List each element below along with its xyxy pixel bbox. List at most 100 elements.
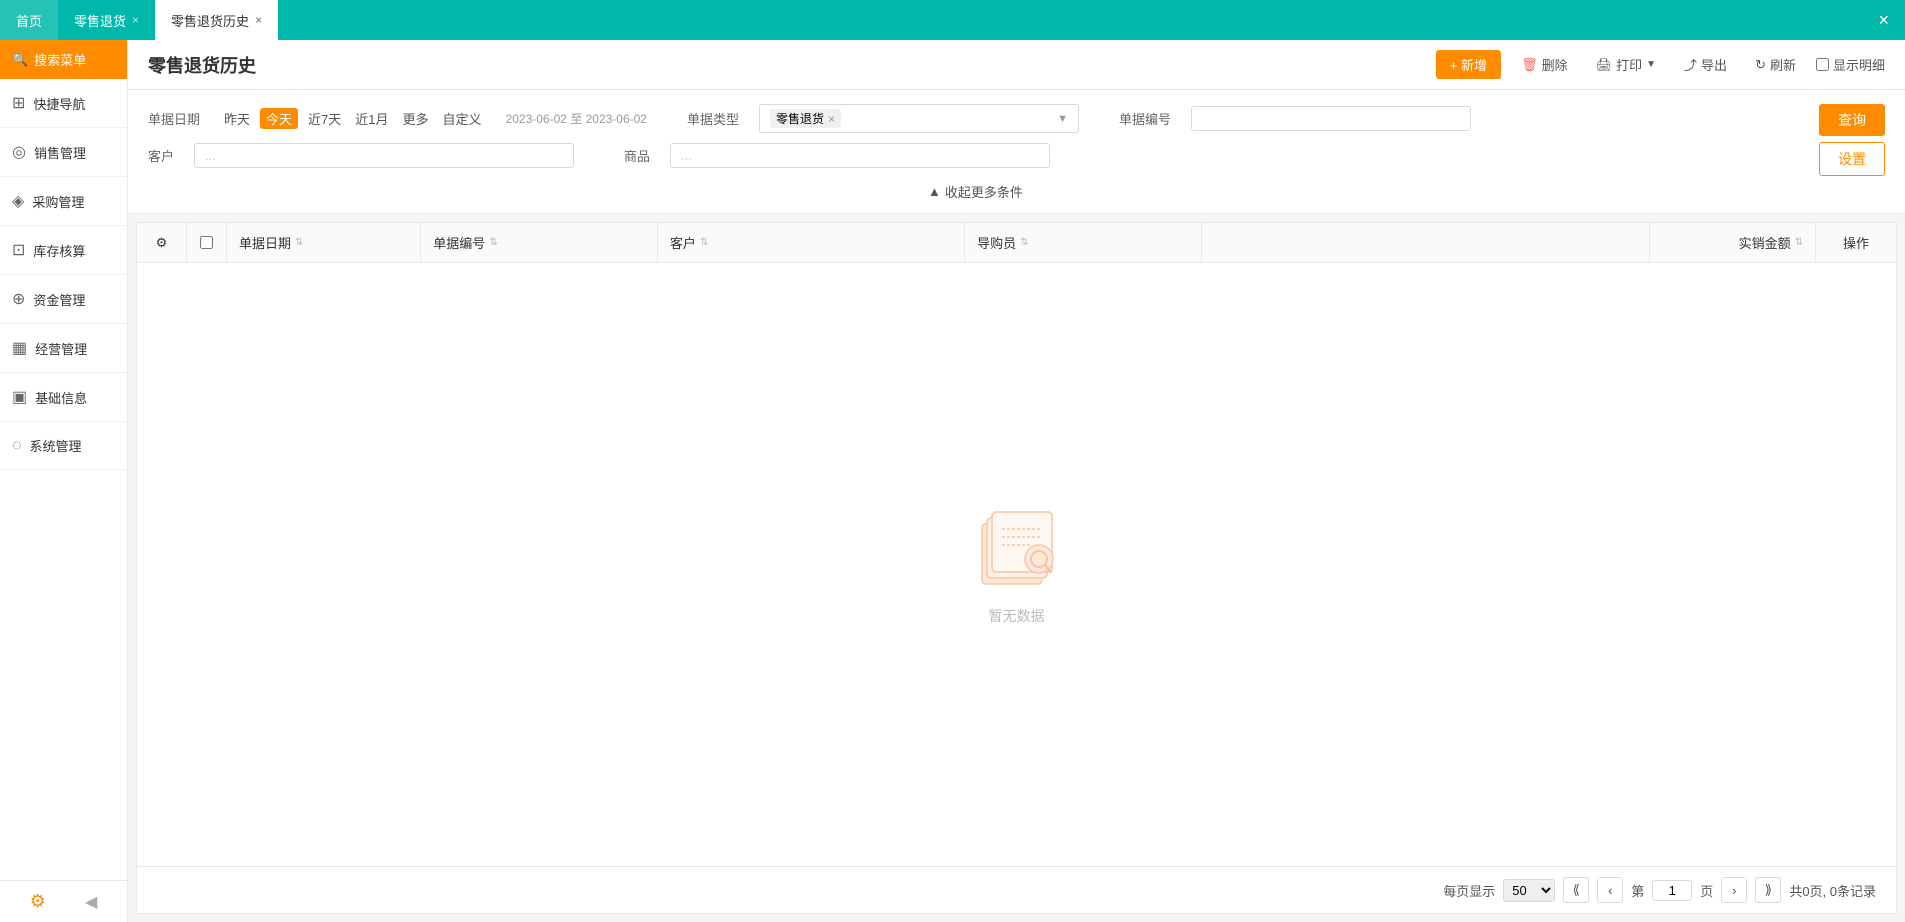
empty-state-icon	[967, 504, 1067, 594]
shortcut-today[interactable]: 今天	[260, 108, 298, 129]
system-icon: ◌	[12, 437, 22, 455]
last-page-button[interactable]: ⟫	[1755, 877, 1781, 903]
window-close-button[interactable]: ×	[1862, 10, 1905, 31]
page-title: 零售退货历史	[148, 52, 256, 78]
settings-bottom-icon[interactable]: ⚙	[30, 891, 46, 912]
export-icon: ⤴	[1684, 55, 1697, 74]
show-detail-checkbox-area[interactable]: 显示明细	[1816, 55, 1885, 74]
basic-info-icon: ▣	[12, 387, 27, 407]
customer-label: 客户	[148, 146, 174, 165]
th-customer[interactable]: 客户 ⇅	[658, 223, 965, 262]
sidebar-item-inventory[interactable]: ⊡ 库存核算	[0, 226, 127, 275]
empty-state: 暂无数据	[137, 263, 1896, 866]
sidebar-item-system[interactable]: ◌ 系统管理	[0, 422, 127, 470]
sort-date-icon: ⇅	[295, 237, 303, 248]
content-area: 零售退货历史 + 新增 🗑 删除 🖨 打印 ▼ ⤴ 导出 ↻	[128, 40, 1905, 922]
th-amount[interactable]: 实销金额 ⇅	[1650, 223, 1816, 262]
filter-section: 单据日期 昨天 今天 近7天 近1月 更多 自定义 2023-06-02 至 2…	[148, 104, 1885, 205]
print-button[interactable]: 🖨 打印 ▼	[1588, 51, 1664, 78]
goods-input[interactable]	[670, 143, 1050, 168]
shortcut-yesterday[interactable]: 昨天	[220, 108, 254, 129]
collapse-icon: ▲	[928, 184, 941, 199]
sort-customer-icon: ⇅	[700, 237, 708, 248]
sales-icon: ◎	[12, 142, 26, 162]
sidebar-bottom: ⚙ ◀	[0, 880, 127, 922]
close-history-icon[interactable]: ×	[255, 13, 262, 27]
tab-retail-return[interactable]: 零售退货 ×	[58, 0, 155, 40]
sidebar-item-quick-nav[interactable]: ⊞ 快捷导航	[0, 79, 127, 128]
shortcut-1month[interactable]: 近1月	[351, 108, 392, 129]
tab-list: 首页 零售退货 × 零售退货历史 ×	[0, 0, 1862, 40]
filter-settings-button[interactable]: 设置	[1819, 142, 1885, 176]
bill-type-dropdown-icon: ▼	[1057, 113, 1068, 125]
pagination: 每页显示 50 20 100 ⟪ ‹ 第 页 › ⟫ 共0页, 0条记录	[137, 866, 1896, 913]
sort-bill-no-icon: ⇅	[489, 237, 497, 248]
sidebar-item-operations[interactable]: ▦ 经营管理	[0, 324, 127, 373]
collapse-sidebar-icon[interactable]: ◀	[85, 892, 97, 912]
filter-area: 单据日期 昨天 今天 近7天 近1月 更多 自定义 2023-06-02 至 2…	[128, 90, 1905, 214]
shortcut-more[interactable]: 更多	[399, 108, 433, 129]
current-page-input[interactable]	[1652, 880, 1692, 901]
date-label: 单据日期	[148, 109, 200, 128]
sort-amount-icon: ⇅	[1795, 237, 1803, 248]
refresh-button[interactable]: ↻ 刷新	[1747, 51, 1804, 78]
sidebar-item-purchase[interactable]: ◈ 采购管理	[0, 177, 127, 226]
customer-input[interactable]	[194, 143, 574, 168]
main-layout: 🔍 搜索菜单 ⊞ 快捷导航 ◎ 销售管理 ◈ 采购管理 ⊡ 库存核算 ⊕ 资金管…	[0, 40, 1905, 922]
sidebar-item-basic-info[interactable]: ▣ 基础信息	[0, 373, 127, 422]
first-page-button[interactable]: ⟪	[1563, 877, 1589, 903]
th-ops: 操作	[1816, 223, 1896, 262]
delete-button[interactable]: 🗑 删除	[1513, 51, 1576, 78]
close-retail-return-icon[interactable]: ×	[132, 13, 139, 27]
bill-type-label: 单据类型	[687, 109, 739, 128]
search-menu-button[interactable]: 🔍 搜索菜单	[0, 40, 127, 79]
th-spacer	[1202, 223, 1650, 262]
filter-row-2: 客户 商品	[148, 143, 1803, 168]
bill-type-select[interactable]: 零售退货 × ▼	[759, 104, 1079, 133]
purchase-icon: ◈	[12, 191, 24, 211]
bill-no-input[interactable]	[1191, 106, 1471, 131]
add-button[interactable]: + 新增	[1436, 50, 1501, 79]
search-icon: 🔍	[12, 52, 28, 68]
tab-retail-return-history[interactable]: 零售退货历史 ×	[155, 0, 278, 40]
prev-page-button[interactable]: ‹	[1597, 877, 1623, 903]
remove-bill-type-tag[interactable]: ×	[828, 112, 835, 126]
column-settings-icon[interactable]: ⚙	[156, 235, 168, 251]
date-range-display: 2023-06-02 至 2023-06-02	[506, 110, 647, 127]
show-detail-checkbox[interactable]	[1816, 58, 1829, 71]
collapse-row: ▲ 收起更多条件	[148, 178, 1803, 205]
select-all-checkbox[interactable]	[200, 236, 213, 249]
shortcut-custom[interactable]: 自定义	[439, 108, 486, 129]
th-date[interactable]: 单据日期 ⇅	[227, 223, 421, 262]
sidebar: 🔍 搜索菜单 ⊞ 快捷导航 ◎ 销售管理 ◈ 采购管理 ⊡ 库存核算 ⊕ 资金管…	[0, 40, 128, 922]
total-info: 共0页, 0条记录	[1789, 881, 1876, 900]
collapse-button[interactable]: ▲ 收起更多条件	[916, 178, 1035, 205]
inventory-icon: ⊡	[12, 240, 25, 260]
top-bar: 首页 零售退货 × 零售退货历史 × ×	[0, 0, 1905, 40]
refresh-icon: ↻	[1755, 57, 1766, 73]
finance-icon: ⊕	[12, 289, 25, 309]
th-guide[interactable]: 导购员 ⇅	[965, 223, 1202, 262]
print-icon: 🖨	[1596, 57, 1613, 73]
bill-no-label: 单据编号	[1119, 109, 1171, 128]
print-dropdown-icon: ▼	[1646, 59, 1656, 70]
goods-label: 商品	[624, 146, 650, 165]
empty-text: 暂无数据	[989, 606, 1045, 626]
th-bill-no[interactable]: 单据编号 ⇅	[421, 223, 658, 262]
export-button[interactable]: ⤴ 导出	[1676, 51, 1735, 78]
sidebar-item-finance[interactable]: ⊕ 资金管理	[0, 275, 127, 324]
page-size-select[interactable]: 50 20 100	[1503, 879, 1555, 902]
tab-home[interactable]: 首页	[0, 0, 58, 40]
th-checkbox[interactable]	[187, 223, 227, 262]
table-area: ⚙ 单据日期 ⇅ 单据编号 ⇅ 客户 ⇅ 导购员	[136, 222, 1897, 914]
page-size-label: 每页显示	[1443, 881, 1495, 900]
page-header: 零售退货历史 + 新增 🗑 删除 🖨 打印 ▼ ⤴ 导出 ↻	[128, 40, 1905, 90]
shortcut-7days[interactable]: 近7天	[304, 108, 345, 129]
query-button[interactable]: 查询	[1819, 104, 1885, 136]
next-page-button[interactable]: ›	[1721, 877, 1747, 903]
operations-icon: ▦	[12, 338, 27, 358]
th-settings[interactable]: ⚙	[137, 223, 187, 262]
bill-type-tag: 零售退货 ×	[770, 109, 841, 128]
date-shortcuts: 昨天 今天 近7天 近1月 更多 自定义	[220, 108, 486, 129]
sidebar-item-sales[interactable]: ◎ 销售管理	[0, 128, 127, 177]
